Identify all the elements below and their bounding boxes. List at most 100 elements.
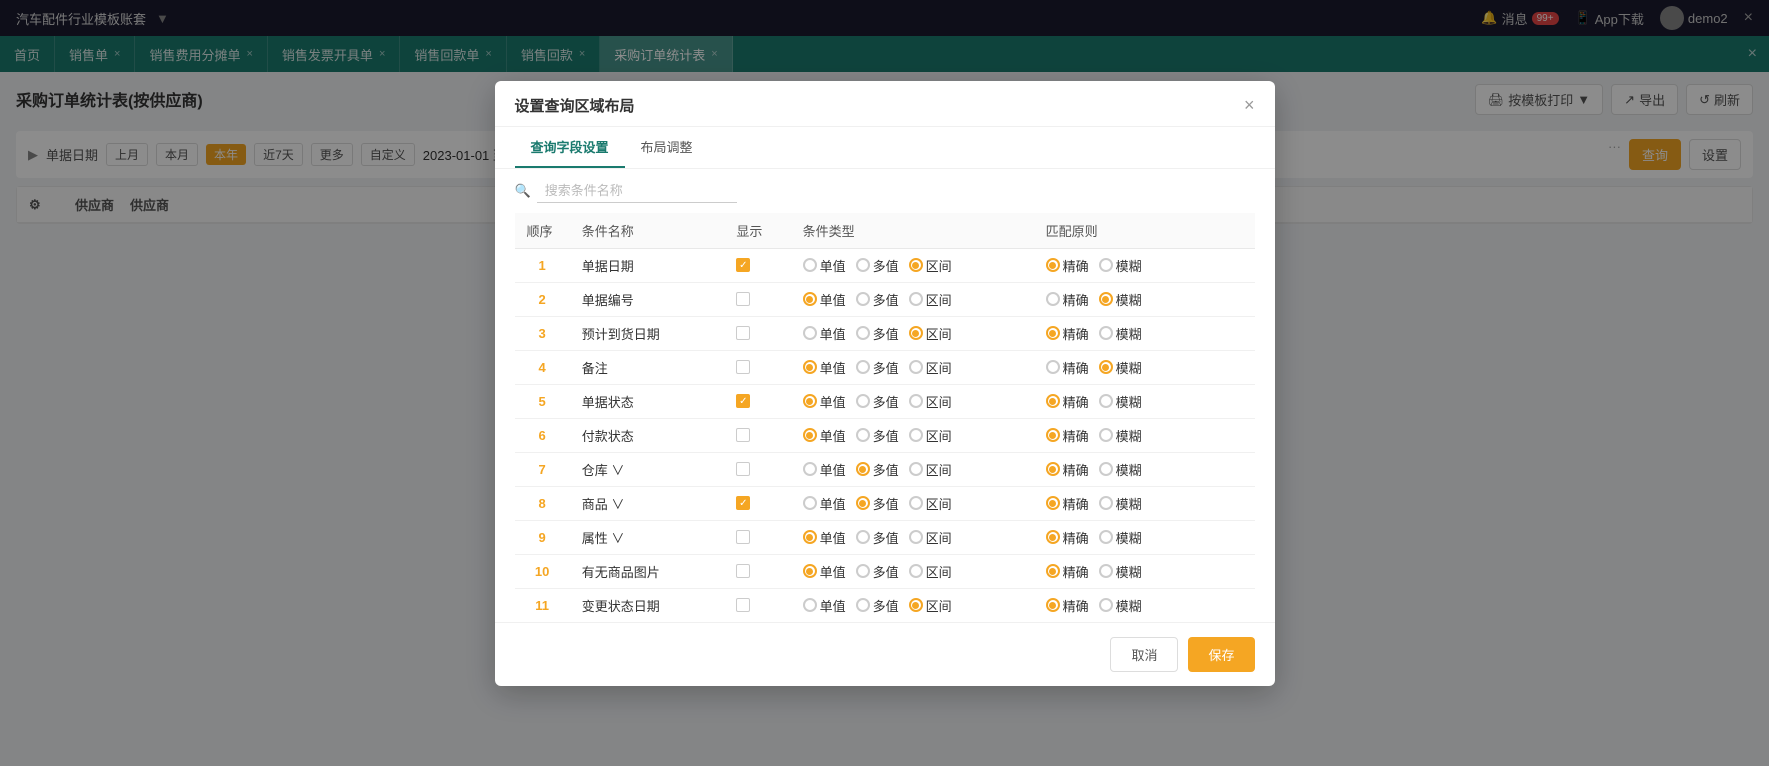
checkbox-4[interactable] <box>736 394 750 408</box>
save-button[interactable]: 保存 <box>1188 637 1254 672</box>
checkbox-3[interactable] <box>736 360 750 374</box>
type-radio-1[interactable]: 多值 <box>856 596 899 615</box>
radio-circle <box>909 462 923 476</box>
type-radio-1[interactable]: 多值 <box>856 324 899 343</box>
type-radio-0[interactable]: 单值 <box>803 290 846 309</box>
match-radio-1[interactable]: 模糊 <box>1099 562 1142 581</box>
table-row: 2单据编号单值多值区间精确模糊 <box>515 282 1255 316</box>
type-radio-0[interactable]: 单值 <box>803 324 846 343</box>
type-radio-0[interactable]: 单值 <box>803 596 846 615</box>
row-display-checkbox[interactable] <box>724 316 790 350</box>
row-order: 4 <box>515 350 570 384</box>
match-radio-0[interactable]: 精确 <box>1046 358 1089 377</box>
table-row: 6付款状态单值多值区间精确模糊 <box>515 418 1255 452</box>
type-radio-1[interactable]: 多值 <box>856 392 899 411</box>
type-radio-2[interactable]: 区间 <box>909 290 952 309</box>
checkbox-6[interactable] <box>736 462 750 476</box>
type-radio-0[interactable]: 单值 <box>803 426 846 445</box>
type-radio-2[interactable]: 区间 <box>909 392 952 411</box>
match-radio-1[interactable]: 模糊 <box>1099 494 1142 513</box>
row-display-checkbox[interactable] <box>724 554 790 588</box>
checkbox-9[interactable] <box>736 564 750 578</box>
dialog-close-button[interactable]: × <box>1244 96 1255 114</box>
cancel-button[interactable]: 取消 <box>1110 637 1178 672</box>
row-display-checkbox[interactable] <box>724 282 790 316</box>
row-display-checkbox[interactable] <box>724 520 790 554</box>
type-radio-0[interactable]: 单值 <box>803 358 846 377</box>
match-radio-1[interactable]: 模糊 <box>1099 290 1142 309</box>
row-display-checkbox[interactable] <box>724 486 790 520</box>
type-radio-2[interactable]: 区间 <box>909 256 952 275</box>
checkbox-5[interactable] <box>736 428 750 442</box>
dialog-tab-layout[interactable]: 布局调整 <box>625 127 709 168</box>
type-radio-1[interactable]: 多值 <box>856 460 899 479</box>
match-radio-1[interactable]: 模糊 <box>1099 596 1142 615</box>
match-radio-0[interactable]: 精确 <box>1046 324 1089 343</box>
match-radio-0[interactable]: 精确 <box>1046 494 1089 513</box>
radio-circle <box>803 496 817 510</box>
condition-search-input[interactable] <box>537 179 737 203</box>
type-radio-1[interactable]: 多值 <box>856 290 899 309</box>
type-radio-1[interactable]: 多值 <box>856 562 899 581</box>
match-radio-0[interactable]: 精确 <box>1046 290 1089 309</box>
type-radio-2[interactable]: 区间 <box>909 358 952 377</box>
checkbox-2[interactable] <box>736 326 750 340</box>
match-radio-1[interactable]: 模糊 <box>1099 426 1142 445</box>
type-radio-0[interactable]: 单值 <box>803 460 846 479</box>
radio-circle <box>856 564 870 578</box>
table-row: 4备注单值多值区间精确模糊 <box>515 350 1255 384</box>
table-row: 7仓库 ∨单值多值区间精确模糊 <box>515 452 1255 486</box>
match-radio-0[interactable]: 精确 <box>1046 392 1089 411</box>
type-radio-2[interactable]: 区间 <box>909 426 952 445</box>
row-match-radios: 精确模糊 <box>1034 316 1255 350</box>
match-radio-0[interactable]: 精确 <box>1046 562 1089 581</box>
type-radio-0[interactable]: 单值 <box>803 256 846 275</box>
type-radio-1[interactable]: 多值 <box>856 528 899 547</box>
radio-circle <box>1046 360 1060 374</box>
row-display-checkbox[interactable] <box>724 452 790 486</box>
match-radio-1[interactable]: 模糊 <box>1099 256 1142 275</box>
checkbox-1[interactable] <box>736 292 750 306</box>
row-display-checkbox[interactable] <box>724 350 790 384</box>
match-radio-0[interactable]: 精确 <box>1046 426 1089 445</box>
row-type-radios: 单值多值区间 <box>791 520 1034 554</box>
match-radio-0[interactable]: 精确 <box>1046 460 1089 479</box>
row-display-checkbox[interactable] <box>724 418 790 452</box>
match-radio-0[interactable]: 精确 <box>1046 256 1089 275</box>
row-display-checkbox[interactable] <box>724 384 790 418</box>
row-condition-name: 单据状态 <box>570 384 725 418</box>
type-radio-2[interactable]: 区间 <box>909 324 952 343</box>
type-radio-1[interactable]: 多值 <box>856 256 899 275</box>
dialog-tab-fields[interactable]: 查询字段设置 <box>515 127 625 168</box>
type-radio-0[interactable]: 单值 <box>803 528 846 547</box>
row-condition-name: 变更状态日期 <box>570 588 725 622</box>
match-radio-1[interactable]: 模糊 <box>1099 358 1142 377</box>
type-radio-0[interactable]: 单值 <box>803 562 846 581</box>
type-radio-0[interactable]: 单值 <box>803 494 846 513</box>
checkbox-0[interactable] <box>736 258 750 272</box>
match-radio-0[interactable]: 精确 <box>1046 596 1089 615</box>
type-radio-1[interactable]: 多值 <box>856 494 899 513</box>
match-radio-1[interactable]: 模糊 <box>1099 392 1142 411</box>
field-table-scroll[interactable]: 顺序 条件名称 显示 条件类型 匹配原则 1单据日期单值多值区间精确模糊2单据编… <box>495 213 1275 622</box>
type-radio-2[interactable]: 区间 <box>909 460 952 479</box>
row-display-checkbox[interactable] <box>724 588 790 622</box>
table-row: 9属性 ∨单值多值区间精确模糊 <box>515 520 1255 554</box>
match-radio-0[interactable]: 精确 <box>1046 528 1089 547</box>
row-display-checkbox[interactable] <box>724 248 790 282</box>
type-radio-2[interactable]: 区间 <box>909 596 952 615</box>
match-radio-1[interactable]: 模糊 <box>1099 528 1142 547</box>
type-radio-0[interactable]: 单值 <box>803 392 846 411</box>
match-radio-1[interactable]: 模糊 <box>1099 460 1142 479</box>
th-type: 条件类型 <box>791 213 1034 249</box>
checkbox-7[interactable] <box>736 496 750 510</box>
type-radio-2[interactable]: 区间 <box>909 494 952 513</box>
radio-circle <box>1046 258 1060 272</box>
checkbox-10[interactable] <box>736 598 750 612</box>
type-radio-1[interactable]: 多值 <box>856 358 899 377</box>
type-radio-2[interactable]: 区间 <box>909 528 952 547</box>
checkbox-8[interactable] <box>736 530 750 544</box>
type-radio-1[interactable]: 多值 <box>856 426 899 445</box>
match-radio-1[interactable]: 模糊 <box>1099 324 1142 343</box>
type-radio-2[interactable]: 区间 <box>909 562 952 581</box>
